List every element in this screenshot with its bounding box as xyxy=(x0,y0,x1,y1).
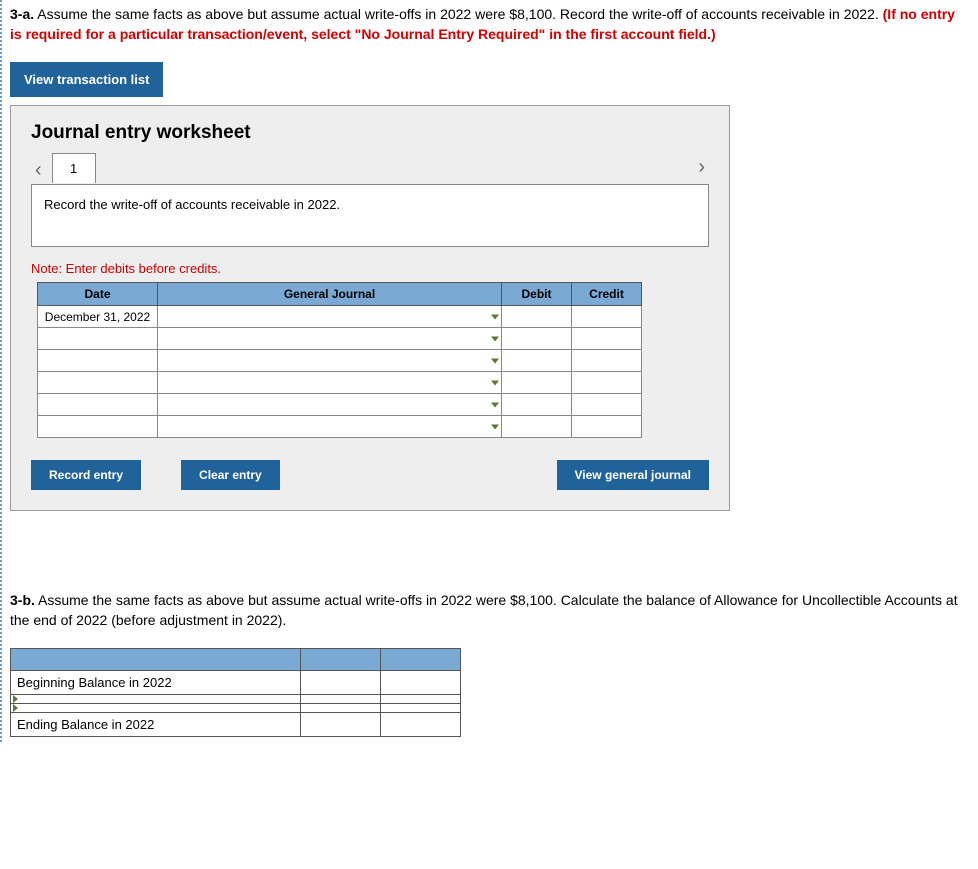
table-row xyxy=(11,704,461,713)
entry-tab-1[interactable]: 1 xyxy=(52,153,96,183)
debit-cell[interactable] xyxy=(502,372,572,394)
table-row: December 31, 2022 xyxy=(38,306,642,328)
allowance-balance-table: Beginning Balance in 2022 Ending Balance… xyxy=(10,648,461,737)
view-general-journal-button[interactable]: View general journal xyxy=(557,460,709,490)
date-cell[interactable] xyxy=(38,372,158,394)
debit-cell[interactable] xyxy=(502,350,572,372)
worksheet-title: Journal entry worksheet xyxy=(31,122,709,144)
clear-entry-button[interactable]: Clear entry xyxy=(181,460,280,490)
q3a-text: Assume the same facts as above but assum… xyxy=(34,6,883,22)
journal-table: Date General Journal Debit Credit Decemb… xyxy=(37,282,642,438)
prev-entry-chevron-icon[interactable]: ‹ xyxy=(31,159,46,182)
col-date: Date xyxy=(38,283,158,306)
table-row xyxy=(38,350,642,372)
account-cell[interactable] xyxy=(158,350,502,372)
debit-cell[interactable] xyxy=(502,306,572,328)
q3b-label: 3-b. xyxy=(10,592,35,608)
credit-cell[interactable] xyxy=(572,306,642,328)
adj-row-1-label[interactable] xyxy=(11,695,301,704)
adj-row-2-col2[interactable] xyxy=(381,704,461,713)
ending-balance-col2[interactable] xyxy=(381,713,461,737)
beginning-balance-col1[interactable] xyxy=(301,671,381,695)
account-cell[interactable] xyxy=(158,306,502,328)
table-row: Ending Balance in 2022 xyxy=(11,713,461,737)
table-row xyxy=(11,695,461,704)
debit-cell[interactable] xyxy=(502,328,572,350)
credit-cell[interactable] xyxy=(572,350,642,372)
date-cell[interactable] xyxy=(38,394,158,416)
question-3a: 3-a. Assume the same facts as above but … xyxy=(10,5,970,44)
beginning-balance-label: Beginning Balance in 2022 xyxy=(11,671,301,695)
worksheet-nav: ‹ 1 › xyxy=(31,152,709,182)
table-row xyxy=(38,372,642,394)
date-cell[interactable] xyxy=(38,416,158,438)
debits-before-credits-note: Note: Enter debits before credits. xyxy=(31,261,709,276)
table-row xyxy=(38,416,642,438)
credit-cell[interactable] xyxy=(572,394,642,416)
partb-header-blank3 xyxy=(381,649,461,671)
next-entry-chevron-icon[interactable]: › xyxy=(694,156,709,179)
col-credit: Credit xyxy=(572,283,642,306)
record-entry-button[interactable]: Record entry xyxy=(31,460,141,490)
debit-cell[interactable] xyxy=(502,416,572,438)
account-cell[interactable] xyxy=(158,394,502,416)
date-cell[interactable] xyxy=(38,350,158,372)
adj-row-1-col2[interactable] xyxy=(381,695,461,704)
journal-worksheet-panel: Journal entry worksheet ‹ 1 › Record the… xyxy=(10,105,730,511)
table-row: Beginning Balance in 2022 xyxy=(11,671,461,695)
credit-cell[interactable] xyxy=(572,416,642,438)
credit-cell[interactable] xyxy=(572,372,642,394)
credit-cell[interactable] xyxy=(572,328,642,350)
ending-balance-col1[interactable] xyxy=(301,713,381,737)
account-cell[interactable] xyxy=(158,372,502,394)
account-cell[interactable] xyxy=(158,328,502,350)
partb-header-blank1 xyxy=(11,649,301,671)
entry-instruction: Record the write-off of accounts receiva… xyxy=(31,184,709,247)
adj-row-1-col1[interactable] xyxy=(301,695,381,704)
adj-row-2-col1[interactable] xyxy=(301,704,381,713)
col-debit: Debit xyxy=(502,283,572,306)
adj-row-2-label[interactable] xyxy=(11,704,301,713)
worksheet-actions: Record entry Clear entry View general jo… xyxy=(31,460,709,490)
account-cell[interactable] xyxy=(158,416,502,438)
view-transaction-list-button[interactable]: View transaction list xyxy=(10,62,163,97)
col-general-journal: General Journal xyxy=(158,283,502,306)
ending-balance-label: Ending Balance in 2022 xyxy=(11,713,301,737)
table-row xyxy=(38,394,642,416)
q3a-label: 3-a. xyxy=(10,6,34,22)
date-cell[interactable] xyxy=(38,328,158,350)
q3b-text: Assume the same facts as above but assum… xyxy=(10,592,958,628)
beginning-balance-col2[interactable] xyxy=(381,671,461,695)
partb-header-blank2 xyxy=(301,649,381,671)
question-3b: 3-b. Assume the same facts as above but … xyxy=(10,591,970,630)
date-cell[interactable]: December 31, 2022 xyxy=(38,306,158,328)
table-row xyxy=(38,328,642,350)
debit-cell[interactable] xyxy=(502,394,572,416)
